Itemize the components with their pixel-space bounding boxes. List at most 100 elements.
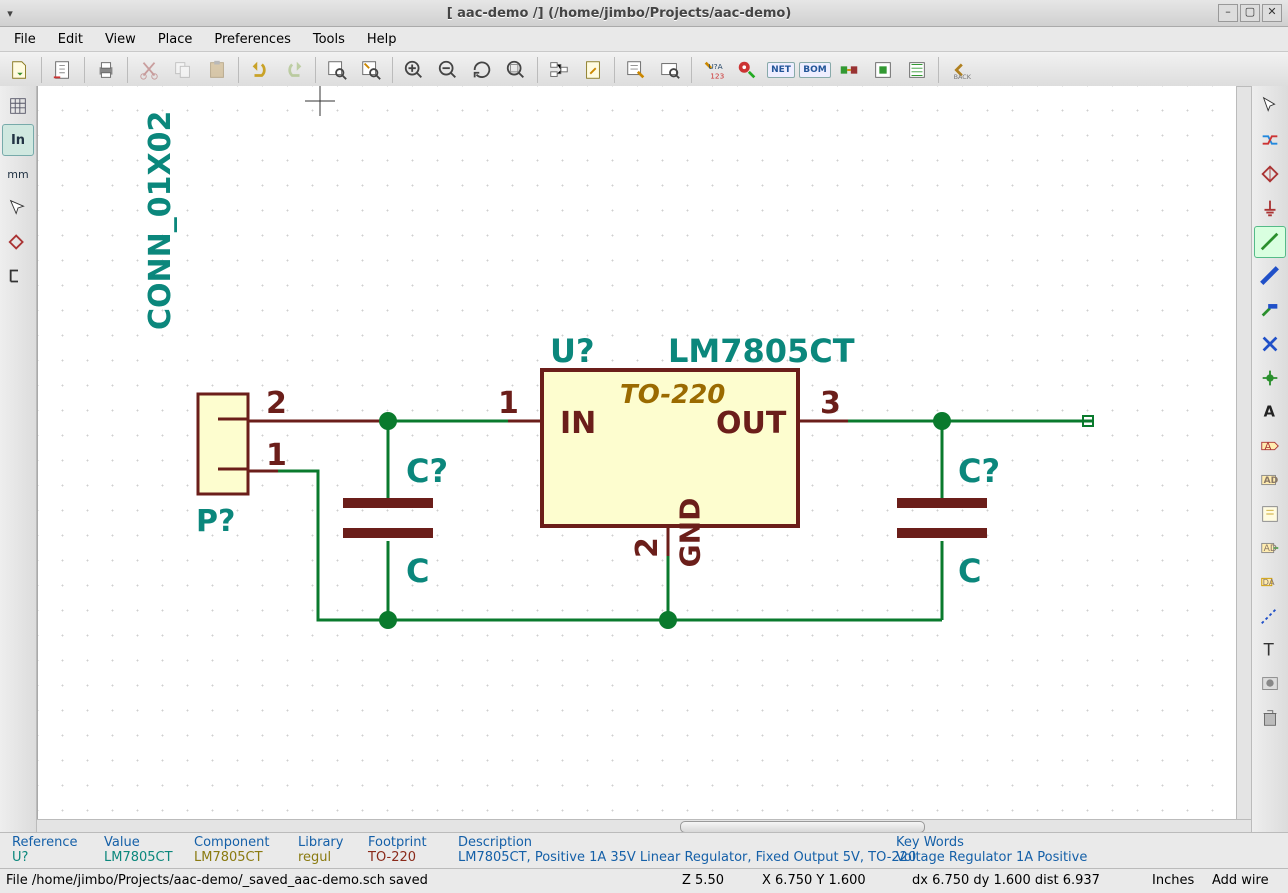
system-menu-icon[interactable]: ▾ bbox=[0, 7, 20, 20]
netlist-button[interactable]: NET bbox=[765, 54, 797, 86]
place-graphic-line-button[interactable] bbox=[1254, 600, 1286, 632]
ic-ref-label[interactable]: U? bbox=[550, 332, 595, 370]
component-header: Component bbox=[194, 833, 269, 850]
footprint-value: TO-220 bbox=[368, 850, 427, 865]
grid-toggle-button[interactable] bbox=[2, 90, 34, 122]
svg-text:T: T bbox=[1263, 641, 1275, 660]
info-bar: Reference U? Value LM7805CT Component LM… bbox=[0, 832, 1288, 869]
hidden-pins-button[interactable] bbox=[2, 226, 34, 258]
schematic-canvas[interactable]: CONN_01X02 P? 2 1 U? LM7805CT TO-220 IN … bbox=[37, 86, 1251, 833]
place-noconnect-button[interactable] bbox=[1254, 328, 1286, 360]
place-component-button[interactable] bbox=[1254, 158, 1286, 190]
annotate-button[interactable]: U?A123 bbox=[697, 54, 729, 86]
status-units: Inches bbox=[1152, 869, 1212, 893]
run-pcbnew-button[interactable] bbox=[901, 54, 933, 86]
library-editor-button[interactable] bbox=[620, 54, 652, 86]
reference-header: Reference bbox=[12, 833, 77, 850]
paste-button[interactable] bbox=[201, 54, 233, 86]
c2-value-label[interactable]: C bbox=[958, 552, 981, 590]
bus-direction-button[interactable] bbox=[2, 260, 34, 292]
place-power-button[interactable] bbox=[1254, 192, 1286, 224]
svg-text:AD: AD bbox=[1264, 475, 1279, 486]
net-icon: NET bbox=[767, 62, 795, 78]
ic-pin1-label: 1 bbox=[498, 386, 519, 421]
ic-in-label: IN bbox=[560, 406, 596, 441]
menu-place[interactable]: Place bbox=[148, 29, 203, 50]
page-settings-button[interactable] bbox=[47, 54, 79, 86]
place-wire-button[interactable] bbox=[1254, 226, 1286, 258]
menu-help[interactable]: Help bbox=[357, 29, 407, 50]
place-sheet-button[interactable] bbox=[1254, 498, 1286, 530]
value-header: Value bbox=[104, 833, 173, 850]
status-zoom: Z 5.50 bbox=[682, 869, 762, 893]
leave-sheet-button[interactable] bbox=[577, 54, 609, 86]
ic-gnd-label: GND bbox=[673, 498, 706, 568]
hierarchy-navigator-button[interactable] bbox=[543, 54, 575, 86]
description-value: LM7805CT, Positive 1A 35V Linear Regulat… bbox=[458, 850, 916, 865]
menu-view[interactable]: View bbox=[95, 29, 146, 50]
ic-value-label[interactable]: LM7805CT bbox=[668, 332, 855, 370]
vertical-scrollbar[interactable] bbox=[1236, 86, 1252, 821]
import-hier-label-button[interactable]: AD bbox=[1254, 532, 1286, 564]
maximize-button[interactable]: ▢ bbox=[1240, 4, 1260, 22]
ic-footprint-label[interactable]: TO-220 bbox=[620, 380, 725, 410]
zoom-in-button[interactable] bbox=[398, 54, 430, 86]
menu-bar: File Edit View Place Preferences Tools H… bbox=[0, 27, 1288, 52]
run-cvpcb-button[interactable] bbox=[867, 54, 899, 86]
units-inches-button[interactable]: In bbox=[2, 124, 34, 156]
bom-button[interactable]: BOM bbox=[799, 54, 831, 86]
status-mode: Add wire bbox=[1212, 869, 1282, 893]
find-replace-button[interactable] bbox=[355, 54, 387, 86]
status-message: File /home/jimbo/Projects/aac-demo/_save… bbox=[6, 869, 682, 893]
find-button[interactable] bbox=[321, 54, 353, 86]
c1-value-label[interactable]: C bbox=[406, 552, 429, 590]
units-mm-button[interactable]: mm bbox=[2, 158, 34, 190]
place-text-button[interactable]: T bbox=[1254, 634, 1286, 666]
svg-text:A: A bbox=[1264, 404, 1276, 421]
place-netlabel-button[interactable]: A bbox=[1254, 396, 1286, 428]
erc-button[interactable] bbox=[731, 54, 763, 86]
zoom-fit-button[interactable] bbox=[500, 54, 532, 86]
redo-button[interactable] bbox=[278, 54, 310, 86]
status-xy: X 6.750 Y 1.600 bbox=[762, 869, 912, 893]
place-image-button[interactable] bbox=[1254, 668, 1286, 700]
place-bus-button[interactable] bbox=[1254, 260, 1286, 292]
zoom-redraw-button[interactable] bbox=[466, 54, 498, 86]
left-toolbar: In mm bbox=[0, 86, 37, 833]
library-browser-button[interactable] bbox=[654, 54, 686, 86]
connector-ref-label[interactable]: P? bbox=[196, 504, 235, 539]
connector-pin2-label: 2 bbox=[266, 386, 287, 421]
menu-edit[interactable]: Edit bbox=[48, 29, 93, 50]
window-titlebar: ▾ [ aac-demo /] (/home/jimbo/Projects/aa… bbox=[0, 0, 1288, 27]
select-tool-button[interactable] bbox=[1254, 90, 1286, 122]
place-junction-button[interactable] bbox=[1254, 362, 1286, 394]
place-bus-entry-button[interactable] bbox=[1254, 294, 1286, 326]
menu-tools[interactable]: Tools bbox=[303, 29, 355, 50]
cursor-shape-button[interactable] bbox=[2, 192, 34, 224]
cut-button[interactable] bbox=[133, 54, 165, 86]
undo-button[interactable] bbox=[244, 54, 276, 86]
c1-ref-label[interactable]: C? bbox=[406, 452, 448, 490]
menu-preferences[interactable]: Preferences bbox=[204, 29, 300, 50]
print-button[interactable] bbox=[90, 54, 122, 86]
new-schematic-button[interactable] bbox=[4, 54, 36, 86]
delete-button[interactable] bbox=[1254, 702, 1286, 734]
minimize-button[interactable]: – bbox=[1218, 4, 1238, 22]
svg-text:A: A bbox=[1265, 442, 1272, 453]
copy-button[interactable] bbox=[167, 54, 199, 86]
zoom-out-button[interactable] bbox=[432, 54, 464, 86]
main-toolbar: U?A123 NET BOM BACK bbox=[0, 52, 1288, 89]
ic-out-label: OUT bbox=[716, 406, 786, 441]
assign-footprints-button[interactable] bbox=[833, 54, 865, 86]
place-hier-label-button[interactable]: AD bbox=[1254, 464, 1286, 496]
place-hier-pin-button[interactable]: DA bbox=[1254, 566, 1286, 598]
connector-value-label[interactable]: CONN_01X02 bbox=[143, 111, 178, 330]
menu-file[interactable]: File bbox=[4, 29, 46, 50]
connector-pin1-label: 1 bbox=[266, 438, 287, 473]
window-title: [ aac-demo /] (/home/jimbo/Projects/aac-… bbox=[20, 6, 1218, 21]
highlight-net-button[interactable] bbox=[1254, 124, 1286, 156]
back-import-button[interactable]: BACK bbox=[944, 54, 976, 86]
place-global-label-button[interactable]: A bbox=[1254, 430, 1286, 462]
close-button[interactable]: ✕ bbox=[1262, 4, 1282, 22]
c2-ref-label[interactable]: C? bbox=[958, 452, 1000, 490]
